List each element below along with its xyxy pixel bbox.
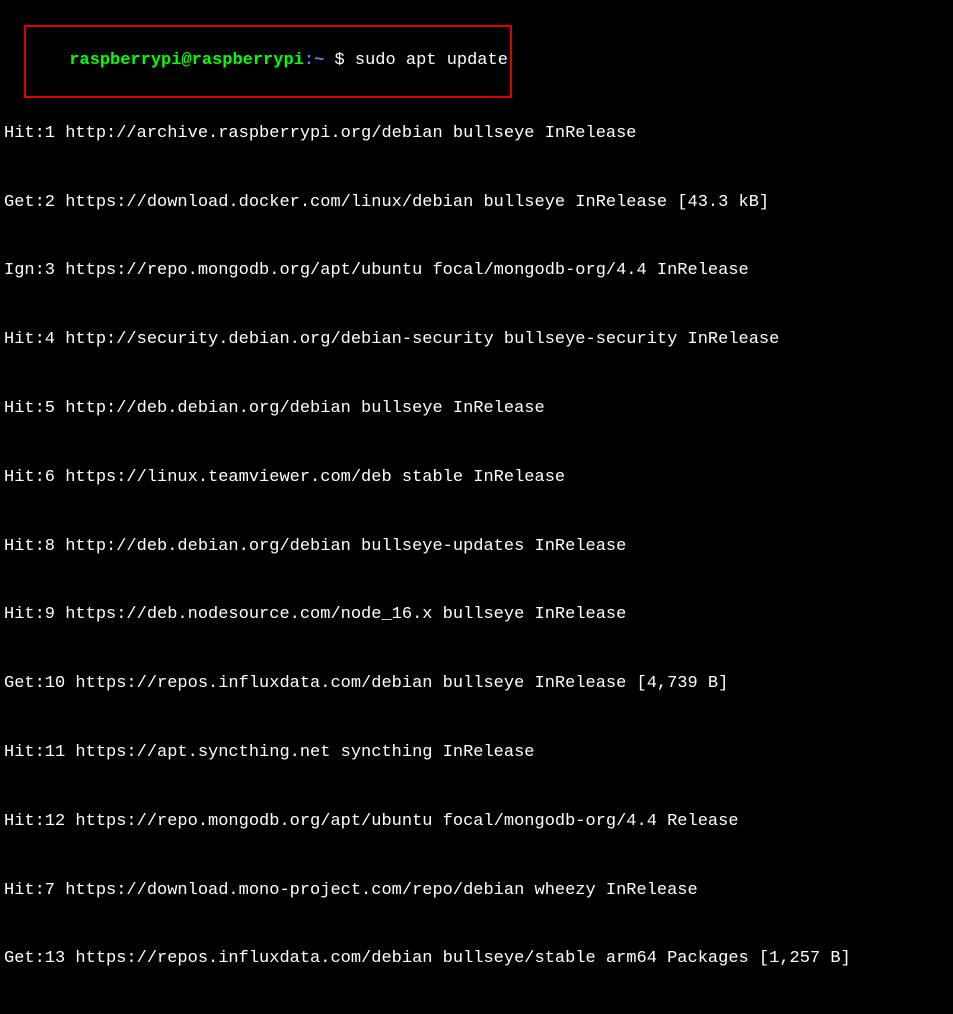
- output-line: Get:10 https://repos.influxdata.com/debi…: [4, 673, 949, 696]
- output-line: Get:2 https://download.docker.com/linux/…: [4, 192, 949, 215]
- output-line: Hit:8 http://deb.debian.org/debian bulls…: [4, 536, 949, 559]
- prompt-separator: :: [304, 51, 314, 70]
- prompt-dollar: $: [324, 51, 355, 70]
- prompt-path: ~: [314, 51, 324, 70]
- terminal-window[interactable]: raspberrypi@raspberrypi:~ $ sudo apt upd…: [0, 0, 953, 1014]
- output-line: Hit:5 http://deb.debian.org/debian bulls…: [4, 398, 949, 421]
- command-input[interactable]: sudo apt update: [355, 51, 508, 70]
- prompt-user: raspberrypi@raspberrypi: [69, 51, 304, 70]
- output-line: Get:13 https://repos.influxdata.com/debi…: [4, 948, 949, 971]
- output-line: Ign:3 https://repo.mongodb.org/apt/ubunt…: [4, 260, 949, 283]
- output-line: Hit:1 http://archive.raspberrypi.org/deb…: [4, 123, 949, 146]
- output-line: Hit:9 https://deb.nodesource.com/node_16…: [4, 604, 949, 627]
- output-line: Hit:11 https://apt.syncthing.net syncthi…: [4, 742, 949, 765]
- output-line: Hit:6 https://linux.teamviewer.com/deb s…: [4, 467, 949, 490]
- output-line: Hit:4 http://security.debian.org/debian-…: [4, 329, 949, 352]
- output-line: Hit:12 https://repo.mongodb.org/apt/ubun…: [4, 811, 949, 834]
- output-line: Hit:7 https://download.mono-project.com/…: [4, 880, 949, 903]
- prompt-highlight-box: raspberrypi@raspberrypi:~ $ sudo apt upd…: [24, 25, 512, 98]
